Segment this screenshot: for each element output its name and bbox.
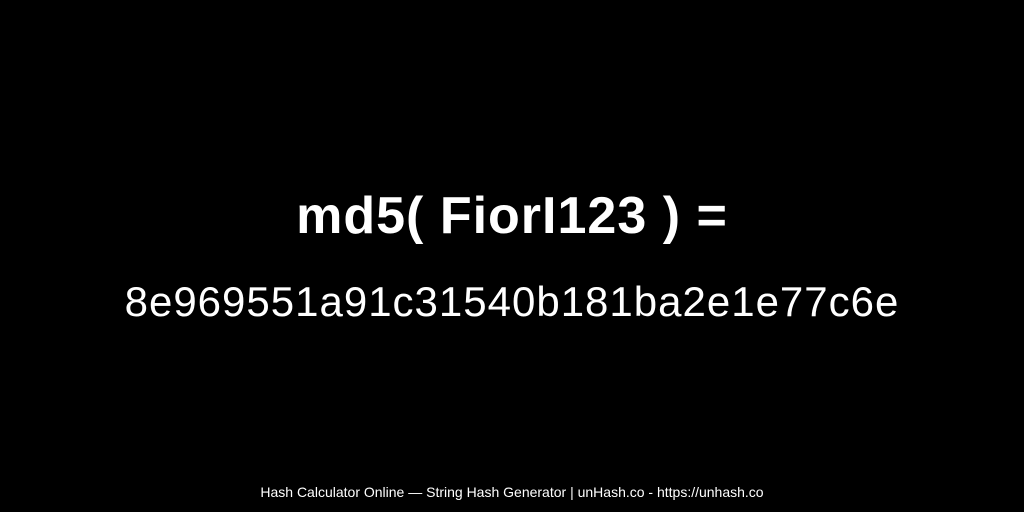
hash-result: 8e969551a91c31540b181ba2e1e77c6e [125, 278, 900, 326]
hash-expression: md5( FiorI123 ) = [296, 186, 728, 246]
footer-text: Hash Calculator Online — String Hash Gen… [0, 484, 1024, 500]
hash-display: md5( FiorI123 ) = 8e969551a91c31540b181b… [125, 0, 900, 512]
